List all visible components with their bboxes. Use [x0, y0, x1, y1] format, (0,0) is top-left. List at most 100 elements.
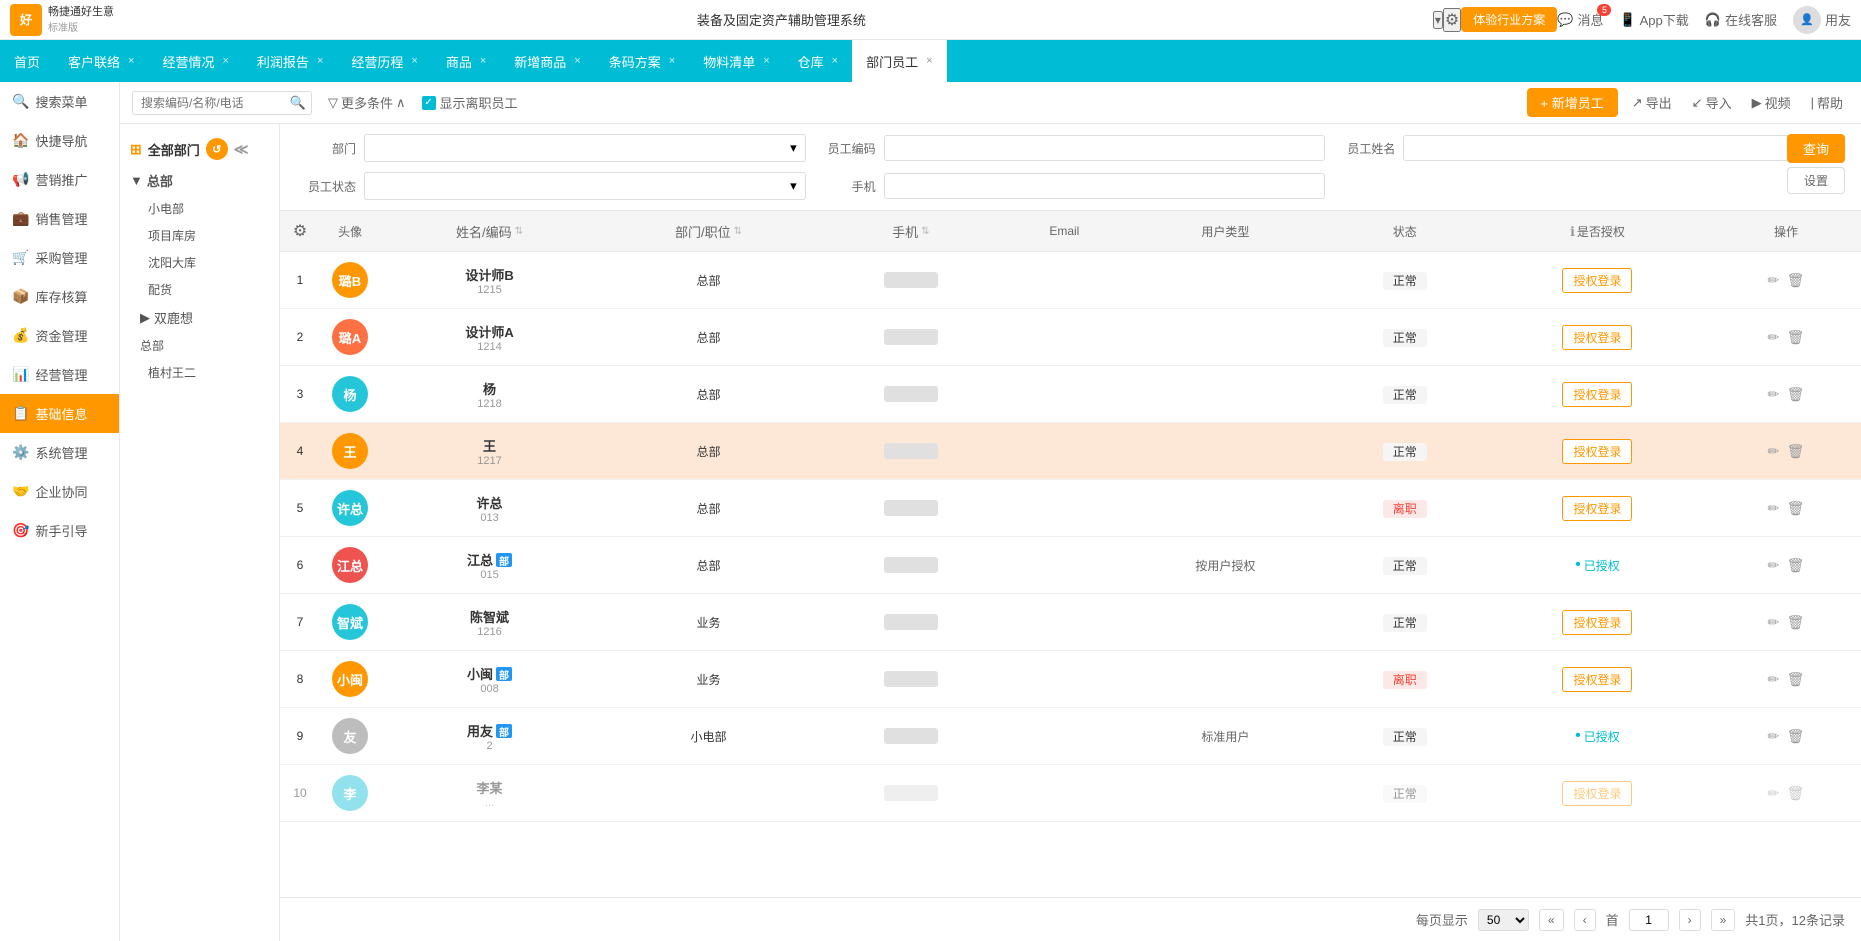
set-button[interactable]: 设置 — [1787, 167, 1845, 194]
edit-button[interactable]: ✏ — [1766, 612, 1782, 633]
sidebar-item-搜索菜单[interactable]: 🔍搜索菜单 — [0, 82, 119, 121]
nav-tab-商品[interactable]: 商品× — [432, 40, 500, 82]
nav-tab-物料清单[interactable]: 物料清单× — [689, 40, 783, 82]
delete-button[interactable]: 🗑 — [1785, 726, 1807, 747]
auth-button[interactable]: 授权登录 — [1562, 496, 1632, 521]
edit-button[interactable]: ✏ — [1766, 441, 1782, 462]
sidebar-item-快捷导航[interactable]: 🏠快捷导航 — [0, 121, 119, 160]
dept-item-zhicun[interactable]: 植村王二 — [120, 359, 279, 386]
trial-button[interactable]: 体验行业方案 — [1461, 7, 1557, 32]
th-dept[interactable]: 部门/职位 ⇅ — [599, 211, 818, 252]
user-action[interactable]: 👤 用友 — [1793, 6, 1851, 34]
edit-button[interactable]: ✏ — [1766, 726, 1782, 747]
column-settings-icon[interactable]: ⚙ — [293, 223, 307, 240]
nav-tab-首页[interactable]: 首页 — [0, 40, 54, 82]
delete-button[interactable]: 🗑 — [1785, 555, 1807, 576]
nav-tab-利润报告[interactable]: 利润报告× — [243, 40, 337, 82]
auth-button[interactable]: 授权登录 — [1562, 439, 1632, 464]
dept-refresh-button[interactable]: ↺ — [206, 138, 228, 160]
auth-button[interactable]: 授权登录 — [1562, 781, 1632, 806]
edit-button[interactable]: ✏ — [1766, 270, 1782, 291]
sidebar-item-经营管理[interactable]: 📊经营管理 — [0, 355, 119, 394]
edit-button[interactable]: ✏ — [1766, 783, 1782, 804]
delete-button[interactable]: 🗑 — [1785, 327, 1807, 348]
close-tab-icon[interactable]: × — [317, 55, 323, 67]
sidebar-item-库存核算[interactable]: 📦库存核算 — [0, 277, 119, 316]
nav-tab-新增商品[interactable]: 新增商品× — [500, 40, 594, 82]
close-tab-icon[interactable]: × — [832, 55, 838, 67]
dept-collapse-icon[interactable]: ≪ — [234, 141, 249, 158]
name-input[interactable] — [1403, 135, 1845, 161]
edit-button[interactable]: ✏ — [1766, 498, 1782, 519]
auth-button[interactable]: 授权登录 — [1562, 325, 1632, 350]
edit-button[interactable]: ✏ — [1766, 327, 1782, 348]
export-button[interactable]: ↗ 导出 — [1626, 89, 1678, 116]
sidebar-item-资金管理[interactable]: 💰资金管理 — [0, 316, 119, 355]
dept-item-project[interactable]: 项目库房 — [120, 222, 279, 249]
dept-item-shuanglu[interactable]: ▶ 双鹿想 — [120, 303, 279, 332]
close-tab-icon[interactable]: × — [574, 55, 580, 67]
dept-item-xiaodian[interactable]: 小电部 — [120, 195, 279, 222]
auth-button[interactable]: 授权登录 — [1562, 382, 1632, 407]
sidebar-item-采购管理[interactable]: 🛒采购管理 — [0, 238, 119, 277]
query-button[interactable]: 查询 — [1787, 134, 1845, 163]
dept-select[interactable]: ▾ — [364, 134, 806, 162]
nav-tab-经营情况[interactable]: 经营情况× — [148, 40, 242, 82]
page-number-input[interactable] — [1629, 909, 1669, 931]
nav-tab-部门员工[interactable]: 部门员工× — [852, 40, 946, 82]
delete-button[interactable]: 🗑 — [1785, 384, 1807, 405]
next-page-button[interactable]: › — [1679, 909, 1701, 931]
code-input[interactable] — [884, 135, 1326, 161]
last-page-button[interactable]: » — [1711, 909, 1736, 931]
th-phone[interactable]: 手机 ⇅ — [818, 211, 1004, 252]
edit-button[interactable]: ✏ — [1766, 384, 1782, 405]
close-tab-icon[interactable]: × — [926, 55, 932, 67]
edit-button[interactable]: ✏ — [1766, 669, 1782, 690]
dept-item-shenyang[interactable]: 沈阳大库 — [120, 249, 279, 276]
close-tab-icon[interactable]: × — [411, 55, 417, 67]
filter-button[interactable]: ▽ 更多条件 ∧ — [320, 89, 414, 116]
nav-tab-客户联络[interactable]: 客户联络× — [54, 40, 148, 82]
settings-icon[interactable]: ⚙ — [1443, 8, 1461, 32]
dept-item-zongbu[interactable]: 总部 — [120, 332, 279, 359]
sidebar-item-系统管理[interactable]: ⚙️系统管理 — [0, 433, 119, 472]
delete-button[interactable]: 🗑 — [1785, 498, 1807, 519]
close-tab-icon[interactable]: × — [222, 55, 228, 67]
auth-button[interactable]: 授权登录 — [1562, 268, 1632, 293]
sidebar-item-新手引导[interactable]: 🎯新手引导 — [0, 511, 119, 550]
show-resign-checkbox[interactable]: ✓ — [422, 96, 436, 110]
delete-button[interactable]: 🗑 — [1785, 441, 1807, 462]
message-action[interactable]: 💬 消息 5 — [1557, 10, 1603, 29]
delete-button[interactable]: 🗑 — [1785, 270, 1807, 291]
close-tab-icon[interactable]: × — [669, 55, 675, 67]
online-service-action[interactable]: 🎧 在线客服 — [1705, 10, 1777, 29]
close-tab-icon[interactable]: × — [128, 55, 134, 67]
sidebar-item-企业协同[interactable]: 🤝企业协同 — [0, 472, 119, 511]
app-download-action[interactable]: 📱 App下载 — [1619, 10, 1688, 29]
help-button[interactable]: | 帮助 — [1805, 89, 1849, 116]
th-name[interactable]: 姓名/编码 ⇅ — [380, 211, 599, 252]
dept-item-headquarter[interactable]: ▼ 总部 — [120, 166, 279, 195]
import-button[interactable]: ↙ 导入 — [1686, 89, 1738, 116]
delete-button[interactable]: 🗑 — [1785, 783, 1807, 804]
search-input[interactable] — [132, 91, 312, 115]
status-select[interactable]: ▾ — [364, 172, 806, 200]
dept-item-peihua[interactable]: 配货 — [120, 276, 279, 303]
phone-input[interactable] — [884, 173, 1326, 199]
nav-tab-条码方案[interactable]: 条码方案× — [595, 40, 689, 82]
expand-dropdown-icon[interactable]: ▾ — [1433, 11, 1443, 29]
edit-button[interactable]: ✏ — [1766, 555, 1782, 576]
sidebar-item-销售管理[interactable]: 💼销售管理 — [0, 199, 119, 238]
add-employee-button[interactable]: + 新增员工 — [1527, 88, 1618, 117]
delete-button[interactable]: 🗑 — [1785, 612, 1807, 633]
sidebar-item-基础信息[interactable]: 📋基础信息 — [0, 394, 119, 433]
prev-page-button[interactable]: ‹ — [1574, 909, 1596, 931]
video-button[interactable]: ▶ 视频 — [1746, 89, 1797, 116]
auth-button[interactable]: 授权登录 — [1562, 610, 1632, 635]
auth-button[interactable]: 授权登录 — [1562, 667, 1632, 692]
first-page-button[interactable]: « — [1539, 909, 1564, 931]
sidebar-item-营销推广[interactable]: 📢营销推广 — [0, 160, 119, 199]
nav-tab-经营历程[interactable]: 经营历程× — [337, 40, 431, 82]
nav-tab-仓库[interactable]: 仓库× — [784, 40, 852, 82]
close-tab-icon[interactable]: × — [763, 55, 769, 67]
